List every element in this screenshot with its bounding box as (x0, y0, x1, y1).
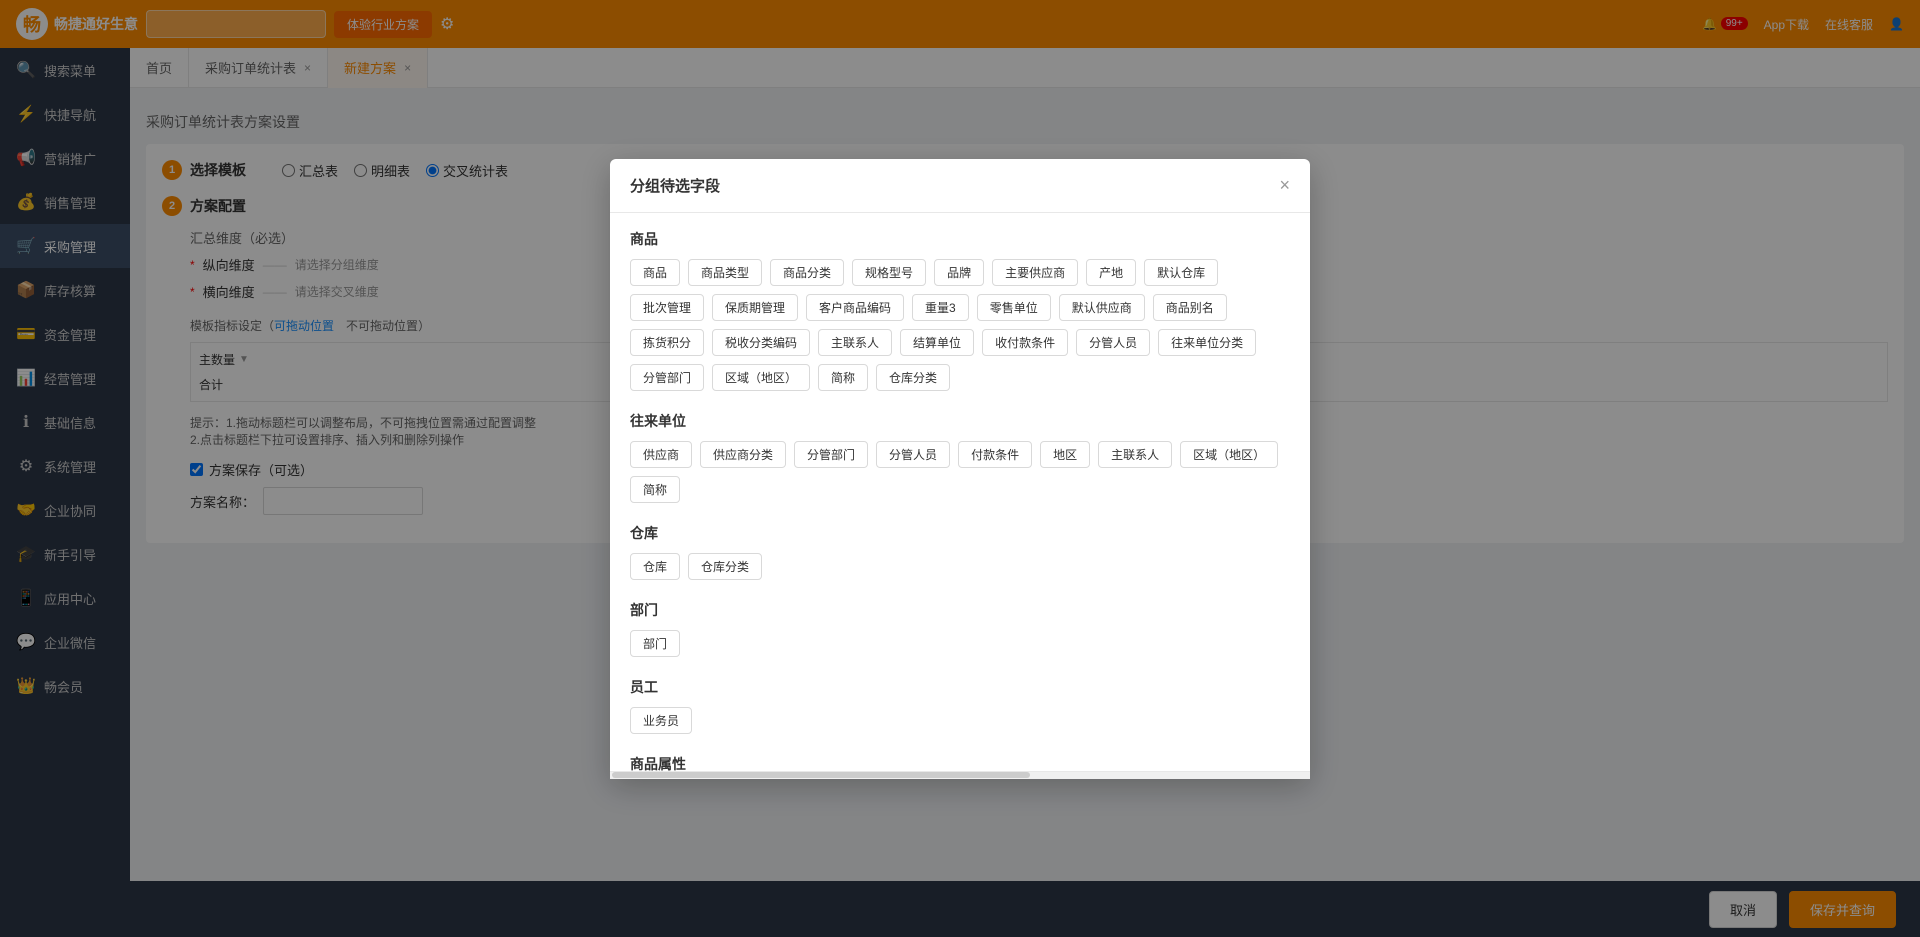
field-tag-partner-7[interactable]: 区域（地区） (1180, 441, 1278, 468)
field-tag-employee-0[interactable]: 业务员 (630, 707, 692, 734)
field-tag-partner-6[interactable]: 主联系人 (1098, 441, 1172, 468)
field-tag-goods-5[interactable]: 主要供应商 (992, 259, 1078, 286)
field-tag-goods-0[interactable]: 商品 (630, 259, 680, 286)
field-tag-goods-13[interactable]: 默认供应商 (1059, 294, 1145, 321)
modal-header: 分组待选字段 × (610, 159, 1310, 213)
field-tag-goods-2[interactable]: 商品分类 (770, 259, 844, 286)
field-tag-goods-6[interactable]: 产地 (1086, 259, 1136, 286)
modal: 分组待选字段 × 商品商品商品类型商品分类规格型号品牌主要供应商产地默认仓库批次… (610, 159, 1310, 779)
field-tag-goods-3[interactable]: 规格型号 (852, 259, 926, 286)
field-tags-goods: 商品商品类型商品分类规格型号品牌主要供应商产地默认仓库批次管理保质期管理客户商品… (630, 259, 1290, 391)
section-title-partner: 往来单位 (630, 411, 1290, 431)
field-tag-goods-14[interactable]: 商品别名 (1153, 294, 1227, 321)
modal-overlay: 分组待选字段 × 商品商品商品类型商品分类规格型号品牌主要供应商产地默认仓库批次… (0, 0, 1920, 937)
field-tag-goods-23[interactable]: 区域（地区） (712, 364, 810, 391)
modal-body[interactable]: 商品商品商品类型商品分类规格型号品牌主要供应商产地默认仓库批次管理保质期管理客户… (610, 213, 1310, 771)
field-tag-goods-17[interactable]: 主联系人 (818, 329, 892, 356)
field-tags-department: 部门 (630, 630, 1290, 657)
section-title-warehouse: 仓库 (630, 523, 1290, 543)
field-tag-goods-11[interactable]: 重量3 (912, 294, 969, 321)
field-tag-goods-12[interactable]: 零售单位 (977, 294, 1051, 321)
field-tag-department-0[interactable]: 部门 (630, 630, 680, 657)
field-tags-warehouse: 仓库仓库分类 (630, 553, 1290, 580)
modal-hscrollbar[interactable] (610, 771, 1310, 779)
section-goods: 商品商品商品类型商品分类规格型号品牌主要供应商产地默认仓库批次管理保质期管理客户… (630, 229, 1290, 391)
field-tag-warehouse-1[interactable]: 仓库分类 (688, 553, 762, 580)
field-tag-goods-21[interactable]: 往来单位分类 (1158, 329, 1256, 356)
field-tag-goods-15[interactable]: 拣货积分 (630, 329, 704, 356)
section-department: 部门部门 (630, 600, 1290, 657)
section-title-goods: 商品 (630, 229, 1290, 249)
field-tag-goods-10[interactable]: 客户商品编码 (806, 294, 904, 321)
field-tag-goods-9[interactable]: 保质期管理 (712, 294, 798, 321)
field-tag-goods-16[interactable]: 税收分类编码 (712, 329, 810, 356)
field-tag-goods-7[interactable]: 默认仓库 (1144, 259, 1218, 286)
field-tag-partner-3[interactable]: 分管人员 (876, 441, 950, 468)
field-tags-employee: 业务员 (630, 707, 1290, 734)
field-tag-goods-8[interactable]: 批次管理 (630, 294, 704, 321)
section-employee: 员工业务员 (630, 677, 1290, 734)
field-tags-partner: 供应商供应商分类分管部门分管人员付款条件地区主联系人区域（地区） 简称 (630, 441, 1290, 503)
section-title-department: 部门 (630, 600, 1290, 620)
field-tag-goods-24[interactable]: 简称 (818, 364, 868, 391)
section-warehouse: 仓库仓库仓库分类 (630, 523, 1290, 580)
section-product_attr: 商品属性属性颜色多规格尺码鞋码1 (630, 754, 1290, 771)
section-title-product_attr: 商品属性 (630, 754, 1290, 771)
field-tag-goods-1[interactable]: 商品类型 (688, 259, 762, 286)
field-tag-partner-5[interactable]: 地区 (1040, 441, 1090, 468)
field-tag-goods-22[interactable]: 分管部门 (630, 364, 704, 391)
field-tag-goods-4[interactable]: 品牌 (934, 259, 984, 286)
hscroll-thumb (612, 772, 1030, 778)
field-tag-partner-1[interactable]: 供应商分类 (700, 441, 786, 468)
field-tag-partner-2[interactable]: 分管部门 (794, 441, 868, 468)
field-tag-warehouse-0[interactable]: 仓库 (630, 553, 680, 580)
field-tag-goods-20[interactable]: 分管人员 (1076, 329, 1150, 356)
modal-title: 分组待选字段 (630, 175, 720, 196)
field-tag-goods-19[interactable]: 收付款条件 (982, 329, 1068, 356)
field-tag-partner-8[interactable]: 简称 (630, 476, 680, 503)
section-title-employee: 员工 (630, 677, 1290, 697)
field-tag-goods-18[interactable]: 结算单位 (900, 329, 974, 356)
field-tag-partner-4[interactable]: 付款条件 (958, 441, 1032, 468)
section-partner: 往来单位供应商供应商分类分管部门分管人员付款条件地区主联系人区域（地区） 简称 (630, 411, 1290, 503)
modal-close-button[interactable]: × (1279, 175, 1290, 196)
field-tag-goods-25[interactable]: 仓库分类 (876, 364, 950, 391)
field-tag-partner-0[interactable]: 供应商 (630, 441, 692, 468)
